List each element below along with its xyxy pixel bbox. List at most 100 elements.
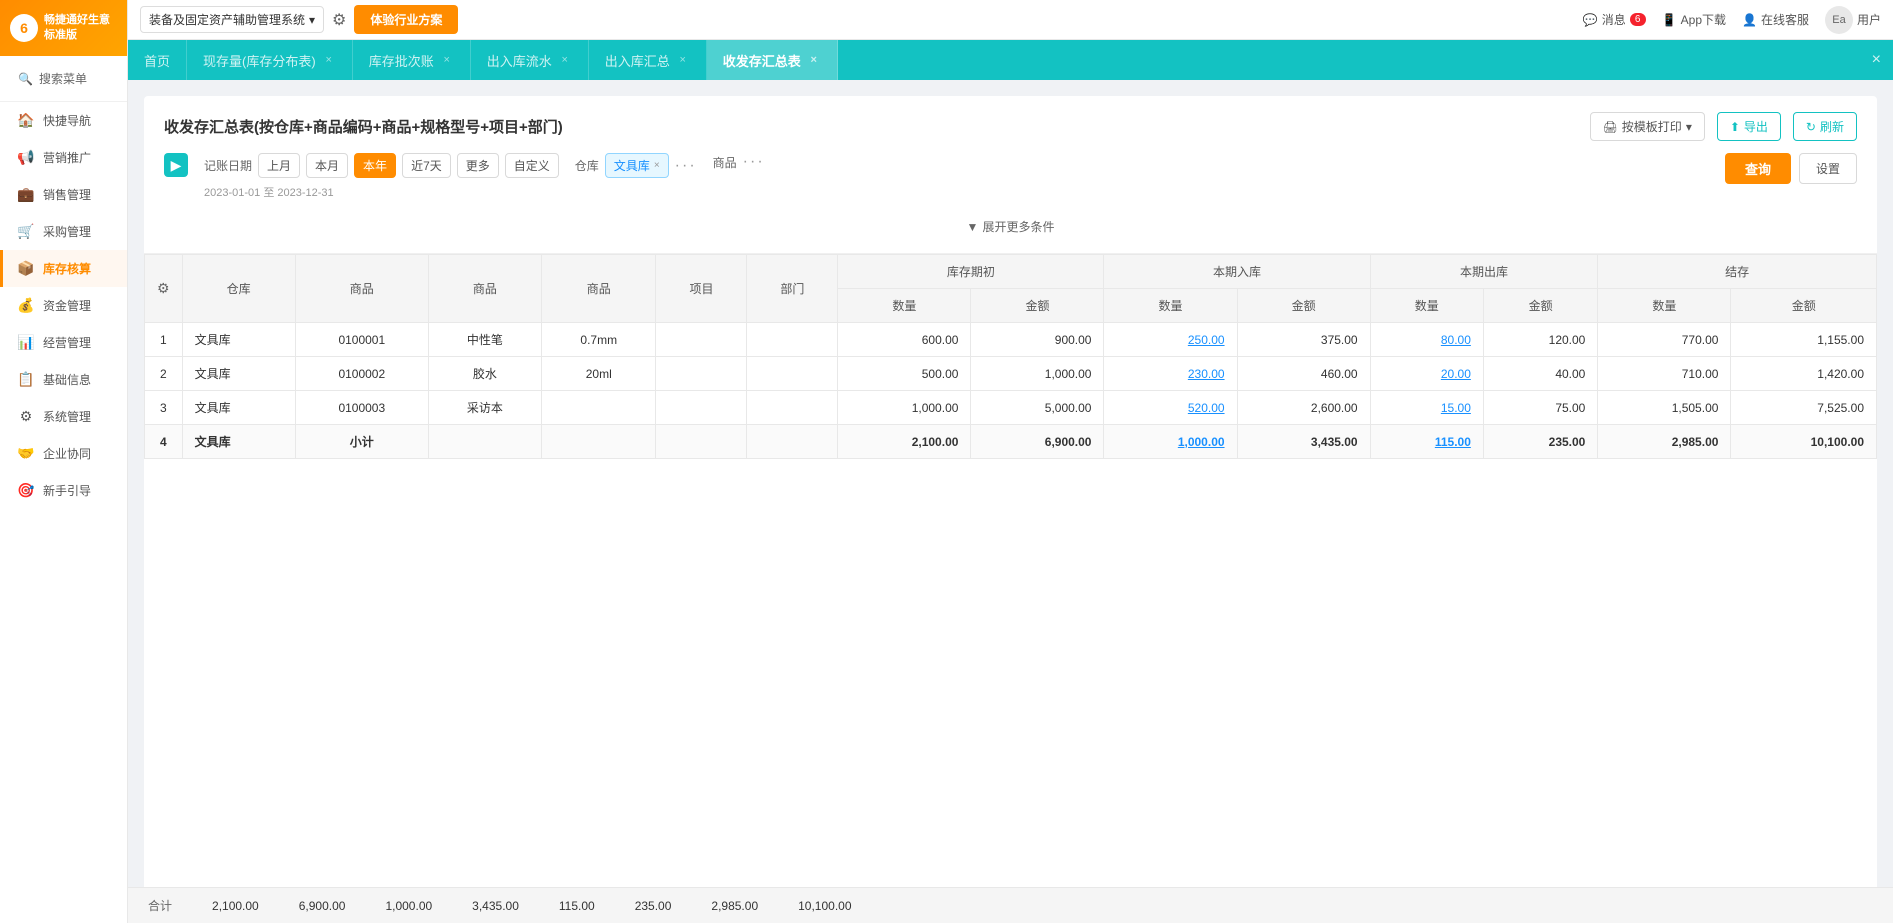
total-closing-qty-item: 2,985.00 (711, 899, 758, 913)
th-goods-name: 商品 (428, 255, 541, 323)
row1-goods-spec: 0.7mm (542, 323, 656, 357)
tab-close-recv-send-summary[interactable]: × (807, 53, 821, 67)
th-closing-qty: 数量 (1598, 289, 1731, 323)
search-menu-button[interactable]: 🔍 搜索菜单 (10, 64, 117, 93)
row3-out-qty[interactable]: 15.00 (1370, 391, 1483, 425)
sidebar-item-guide[interactable]: 🎯 新手引导 (0, 472, 127, 509)
row2-goods-name: 胶水 (428, 357, 541, 391)
filter-expand-button[interactable]: ▶ (164, 153, 188, 177)
row3-project (656, 391, 747, 425)
tab-in-out-flow[interactable]: 出入库流水 × (471, 40, 589, 80)
sidebar-item-marketing[interactable]: 📢 营销推广 (0, 139, 127, 176)
export-button[interactable]: ⬆ 导出 (1717, 112, 1781, 141)
total-closing-qty: 2,985.00 (711, 899, 758, 913)
tab-close-batch-account[interactable]: × (440, 53, 454, 67)
row3-in-qty[interactable]: 520.00 (1104, 391, 1237, 425)
row1-project (656, 323, 747, 357)
expand-conditions-button[interactable]: ▼ 展开更多条件 (967, 218, 1055, 235)
guide-icon: 🎯 (17, 482, 35, 499)
sidebar-item-sales[interactable]: 💼 销售管理 (0, 176, 127, 213)
print-icon: 🖨 (1603, 120, 1618, 134)
total-out-qty-item: 115.00 (559, 899, 595, 913)
sidebar-item-finance[interactable]: 💰 资金管理 (0, 287, 127, 324)
goods-more-button[interactable]: ··· (743, 153, 765, 171)
page-container: 收发存汇总表(按仓库+商品编码+商品+规格型号+项目+部门) 🖨 按模板打印 ▾… (144, 96, 1877, 907)
query-button[interactable]: 查询 (1725, 153, 1791, 184)
date-custom-button[interactable]: 自定义 (505, 153, 559, 178)
th-in-qty: 数量 (1104, 289, 1237, 323)
print-dropdown-icon: ▾ (1686, 120, 1692, 134)
warehouse-more-button[interactable]: ··· (675, 157, 697, 175)
subtotal-in-qty[interactable]: 1,000.00 (1104, 425, 1237, 459)
tabs-close-all-button[interactable]: × (1860, 40, 1893, 80)
th-in-amt: 金额 (1237, 289, 1370, 323)
row1-out-qty[interactable]: 80.00 (1370, 323, 1483, 357)
sidebar-nav: 🏠 快捷导航 📢 营销推广 💼 销售管理 🛒 采购管理 📦 库存核算 💰 资金管… (0, 102, 127, 923)
sidebar: 6 畅捷通好生意 标准版 🔍 搜索菜单 🏠 快捷导航 📢 营销推广 💼 销售管理… (0, 0, 128, 923)
finance-icon: 💰 (17, 297, 35, 314)
main-table: ⚙ 仓库 商品 商品 商品 (144, 254, 1877, 459)
expand-icon: ▼ (967, 220, 979, 234)
sidebar-item-purchase[interactable]: 🛒 采购管理 (0, 213, 127, 250)
subtotal-empty1 (428, 425, 541, 459)
row3-goods-name: 采访本 (428, 391, 541, 425)
row2-goods-spec: 20ml (542, 357, 656, 391)
tab-close-in-out-summary[interactable]: × (676, 53, 690, 67)
print-button[interactable]: 🖨 按模板打印 ▾ (1590, 112, 1705, 141)
tab-in-out-summary[interactable]: 出入库汇总 × (589, 40, 707, 80)
date-prev-month-button[interactable]: 上月 (258, 153, 300, 178)
subtotal-closing-qty: 2,985.00 (1598, 425, 1731, 459)
row1-out-amt: 120.00 (1483, 323, 1597, 357)
date-curr-month-button[interactable]: 本月 (306, 153, 348, 178)
tab-home[interactable]: 首页 (128, 40, 187, 80)
row1-no: 1 (145, 323, 183, 357)
filter-setting-button[interactable]: 设置 (1799, 153, 1857, 184)
sidebar-item-enterprise[interactable]: 🤝 企业协同 (0, 435, 127, 472)
try-industry-button[interactable]: 体验行业方案 (354, 5, 458, 34)
row2-in-amt: 460.00 (1237, 357, 1370, 391)
total-in-qty: 1,000.00 (385, 899, 432, 913)
tab-batch-account[interactable]: 库存批次账 × (353, 40, 471, 80)
logo-text: 畅捷通好生意 标准版 (44, 13, 110, 44)
sidebar-item-inventory[interactable]: 📦 库存核算 (0, 250, 127, 287)
search-icon: 🔍 (18, 72, 33, 86)
settings-icon[interactable]: ⚙ (332, 10, 346, 30)
row3-no: 3 (145, 391, 183, 425)
tab-inventory-dist[interactable]: 现存量(库存分布表) × (187, 40, 353, 80)
tab-close-in-out-flow[interactable]: × (558, 53, 572, 67)
sidebar-item-system[interactable]: ⚙ 系统管理 (0, 398, 127, 435)
table-row: 3 文具库 0100003 采访本 1,000.00 5,000.00 520.… (145, 391, 1877, 425)
online-service-button[interactable]: 👤 在线客服 (1742, 11, 1809, 28)
sidebar-item-quick-nav[interactable]: 🏠 快捷导航 (0, 102, 127, 139)
warehouse-tag: 文具库 × (605, 153, 669, 178)
row1-in-qty[interactable]: 250.00 (1104, 323, 1237, 357)
header: 装备及固定资产辅助管理系统 ▾ ⚙ 体验行业方案 💬 消息 6 📱 App下载 … (128, 0, 1893, 40)
subtotal-empty4 (747, 425, 838, 459)
row2-in-qty[interactable]: 230.00 (1104, 357, 1237, 391)
table-settings-col[interactable]: ⚙ (145, 255, 183, 323)
app-download-button[interactable]: 📱 App下载 (1662, 11, 1726, 28)
th-group-out: 本期出库 (1370, 255, 1598, 289)
date-more-button[interactable]: 更多 (457, 153, 499, 178)
tab-recv-send-summary[interactable]: 收发存汇总表 × (707, 40, 838, 80)
subtotal-out-qty[interactable]: 115.00 (1370, 425, 1483, 459)
date-curr-year-button[interactable]: 本年 (354, 153, 396, 178)
subtotal-empty3 (656, 425, 747, 459)
total-out-qty: 115.00 (559, 899, 595, 913)
sidebar-item-operations[interactable]: 📊 经营管理 (0, 324, 127, 361)
row2-opening-amt: 1,000.00 (971, 357, 1104, 391)
tab-close-inventory-dist[interactable]: × (322, 53, 336, 67)
purchase-icon: 🛒 (17, 223, 35, 240)
refresh-button[interactable]: ↻ 刷新 (1793, 112, 1857, 141)
message-button[interactable]: 💬 消息 6 (1583, 11, 1646, 28)
sidebar-item-base-info[interactable]: 📋 基础信息 (0, 361, 127, 398)
user-profile-button[interactable]: Ea 用户 (1825, 6, 1881, 34)
row1-goods-name: 中性笔 (428, 323, 541, 357)
date-7days-button[interactable]: 近7天 (402, 153, 451, 178)
row2-out-qty[interactable]: 20.00 (1370, 357, 1483, 391)
warehouse-tag-close[interactable]: × (654, 160, 660, 171)
system-dropdown[interactable]: 装备及固定资产辅助管理系统 ▾ (140, 6, 324, 33)
message-icon: 💬 (1583, 13, 1598, 27)
row3-warehouse: 文具库 (182, 391, 295, 425)
subtotal-opening-amt: 6,900.00 (971, 425, 1104, 459)
